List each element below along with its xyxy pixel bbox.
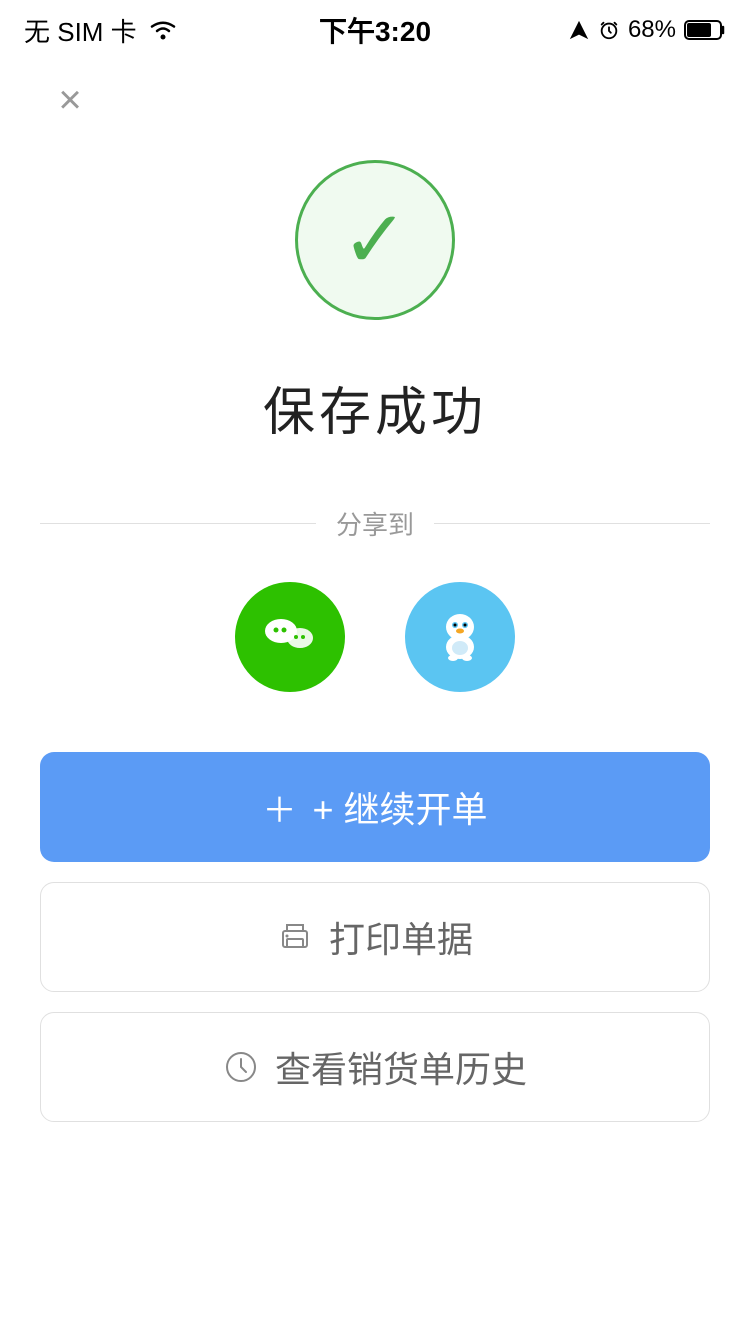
continue-label: + 继续开单 (312, 781, 487, 833)
alarm-icon (598, 19, 620, 41)
qq-share-button[interactable] (405, 582, 515, 692)
print-button[interactable]: 打印单据 (40, 882, 710, 992)
checkmark-icon: ✓ (341, 200, 408, 280)
main-content: ✓ 保存成功 分享到 (0, 60, 750, 1122)
plus-icon: ＋ (262, 783, 296, 832)
history-button[interactable]: 查看销货单历史 (40, 1012, 710, 1122)
status-left: 无 SIM 卡 (24, 12, 179, 49)
wechat-share-button[interactable] (235, 582, 345, 692)
continue-button[interactable]: ＋ + 继续开单 (40, 752, 710, 862)
wechat-icon (258, 605, 323, 670)
history-icon (223, 1049, 259, 1085)
share-divider: 分享到 (40, 505, 710, 542)
share-section: 分享到 (40, 505, 710, 692)
battery-icon (684, 19, 726, 41)
history-label: 查看销货单历史 (275, 1041, 527, 1093)
print-icon (277, 919, 313, 955)
status-time: 下午3:20 (319, 10, 431, 50)
location-icon (568, 19, 590, 41)
divider-line-left (40, 523, 316, 524)
divider-line-right (434, 523, 710, 524)
share-icons (235, 582, 515, 692)
action-buttons: ＋ + 继续开单 打印单据 查看销货单历史 (40, 752, 710, 1122)
status-bar: 无 SIM 卡 下午3:20 68% (0, 0, 750, 60)
no-sim-text: 无 SIM 卡 (24, 12, 137, 49)
success-circle: ✓ (295, 160, 455, 320)
success-title: 保存成功 (263, 370, 487, 445)
qq-icon (428, 605, 493, 670)
close-button[interactable]: × (40, 70, 100, 130)
battery-text: 68% (628, 16, 676, 44)
print-label: 打印单据 (329, 911, 473, 963)
wifi-icon (147, 18, 179, 42)
status-right: 68% (568, 16, 726, 44)
close-icon: × (58, 80, 81, 120)
share-label: 分享到 (336, 505, 414, 542)
